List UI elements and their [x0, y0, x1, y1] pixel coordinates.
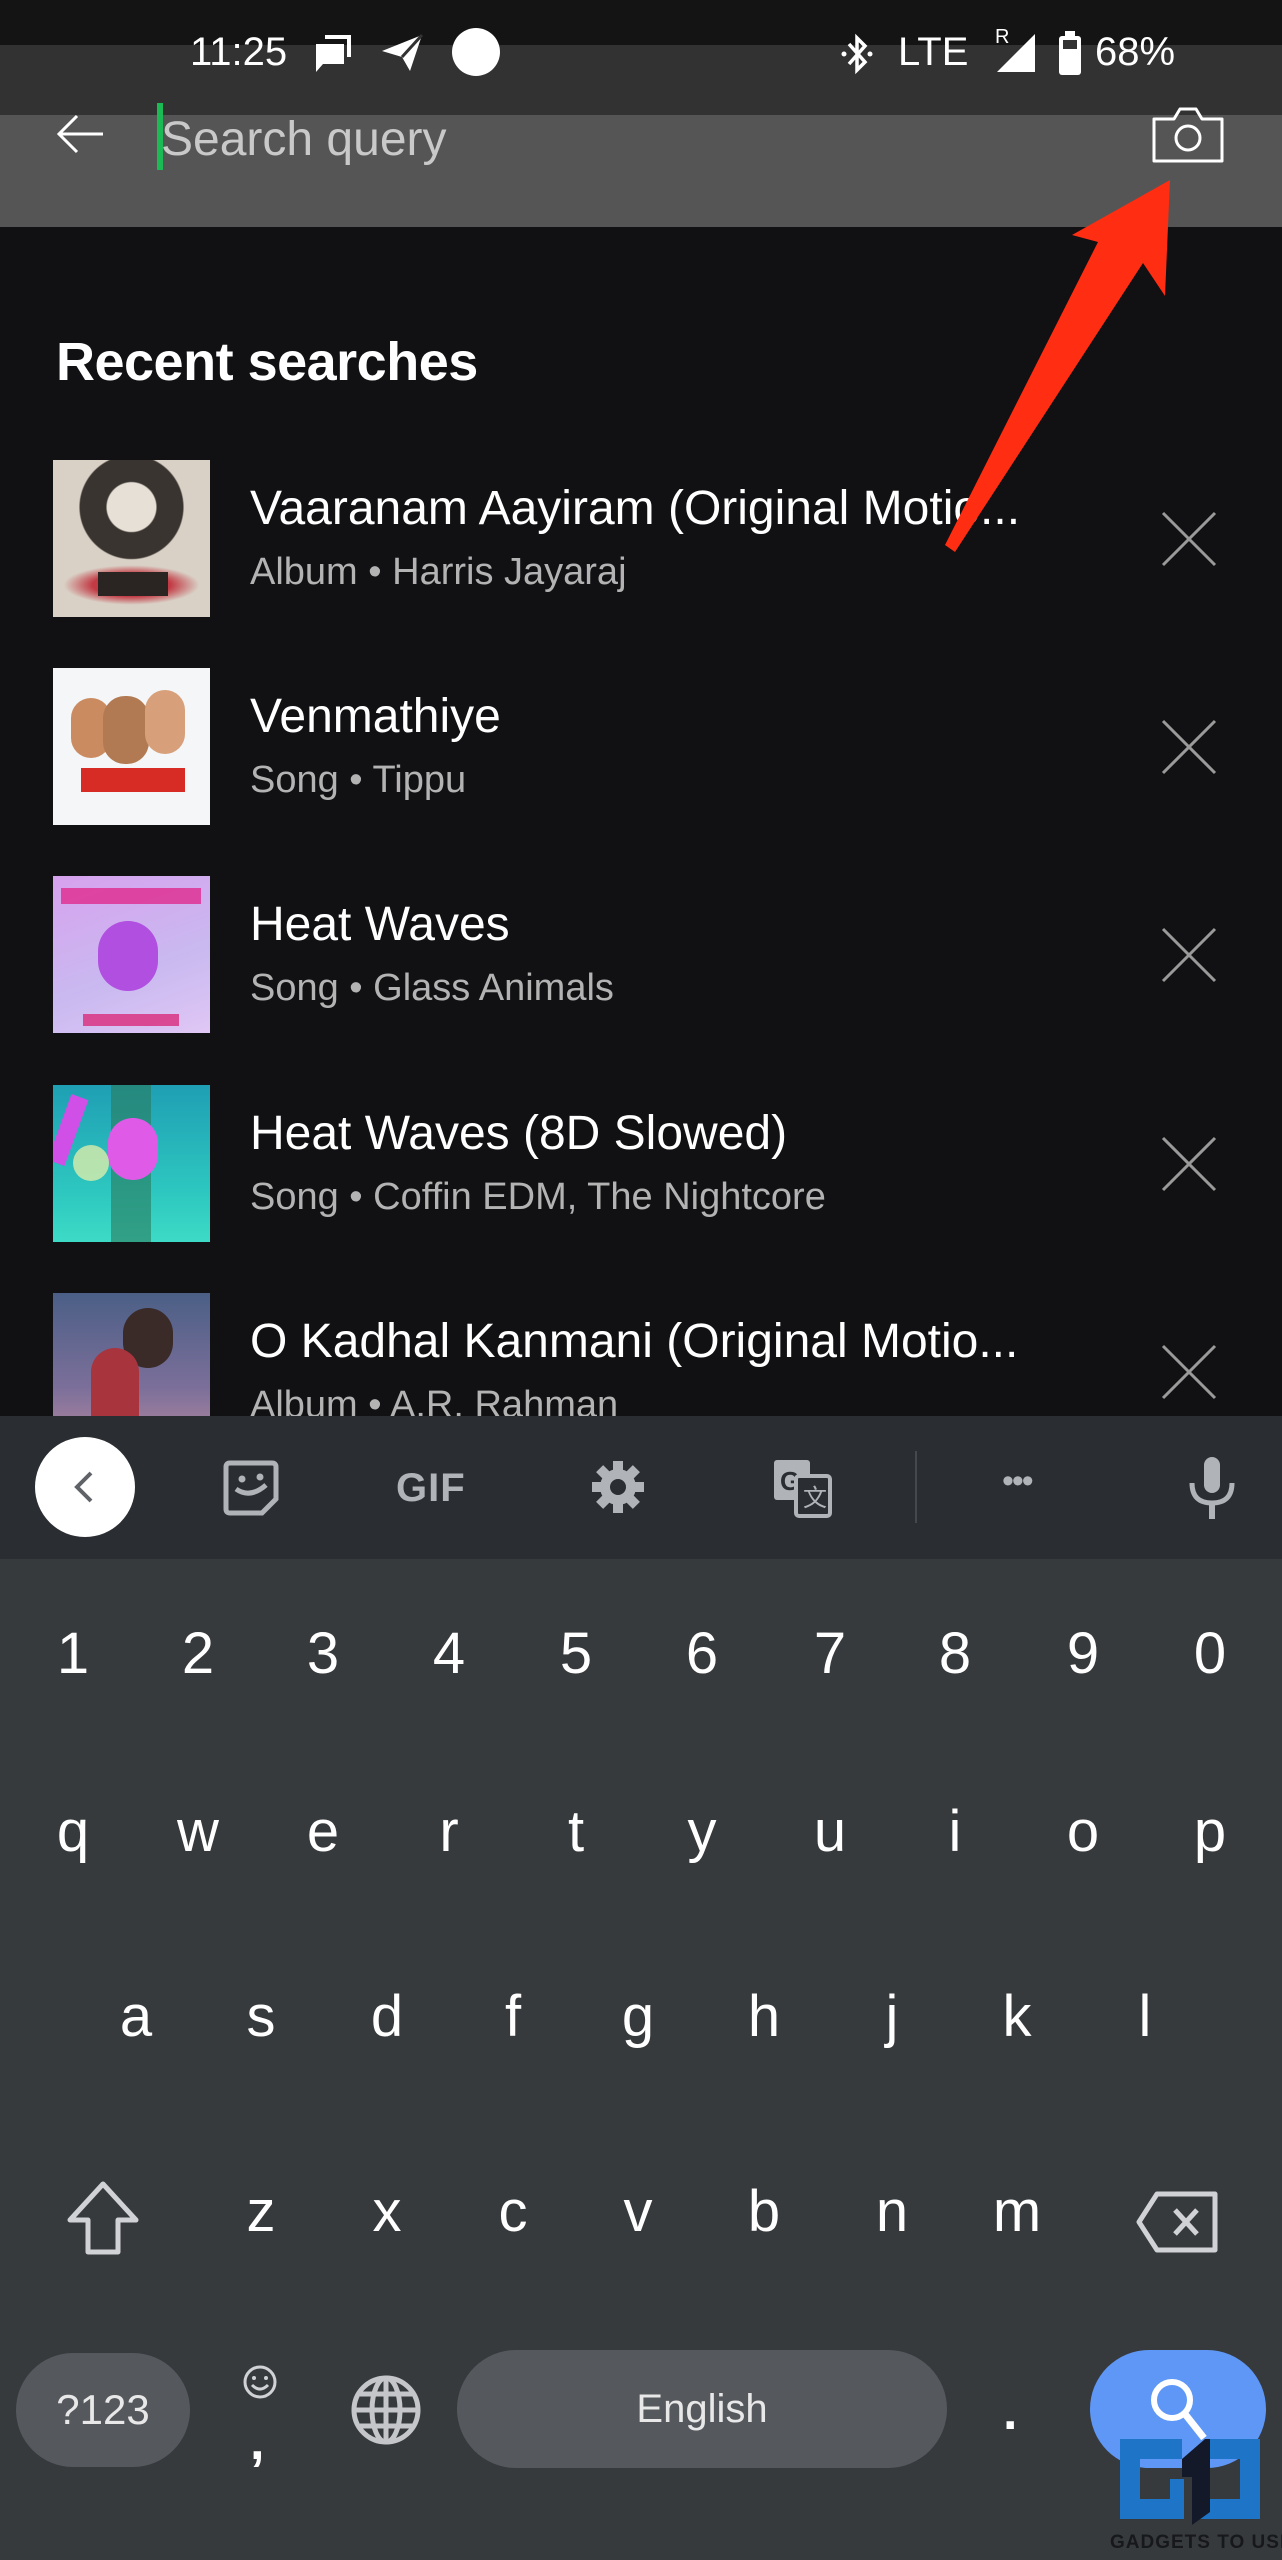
- album-art-thumbnail: [53, 1085, 210, 1242]
- key-h[interactable]: h: [724, 1985, 804, 2049]
- key-g[interactable]: g: [598, 1985, 678, 2049]
- more-options-button[interactable]: •••: [1002, 1462, 1034, 1501]
- key-u[interactable]: u: [790, 1800, 870, 1864]
- key-e[interactable]: e: [283, 1800, 363, 1864]
- language-globe-key[interactable]: [350, 2374, 422, 2446]
- key-c[interactable]: c: [473, 2180, 553, 2244]
- key-q[interactable]: q: [33, 1800, 113, 1864]
- key-5[interactable]: 5: [536, 1622, 616, 1686]
- search-input[interactable]: [161, 111, 1061, 167]
- key-o[interactable]: o: [1043, 1800, 1123, 1864]
- key-3[interactable]: 3: [283, 1622, 363, 1686]
- item-title: Vaaranam Aayiram (Original Motio...: [250, 482, 1021, 535]
- svg-text:文: 文: [803, 1485, 827, 1512]
- remove-item-close-icon[interactable]: [1158, 1341, 1220, 1403]
- item-title: O Kadhal Kanmani (Original Motio...: [250, 1315, 1019, 1368]
- messages-icon: [316, 35, 351, 72]
- backspace-key[interactable]: [1135, 2190, 1219, 2254]
- key-s[interactable]: s: [221, 1985, 301, 2049]
- key-8[interactable]: 8: [915, 1622, 995, 1686]
- comma-emoji-key[interactable]: ,: [224, 2350, 296, 2471]
- key-y[interactable]: y: [662, 1800, 742, 1864]
- symbols-key[interactable]: ?123: [16, 2353, 190, 2467]
- key-k[interactable]: k: [977, 1985, 1057, 2049]
- key-p[interactable]: p: [1170, 1800, 1250, 1864]
- list-item[interactable]: Venmathiye Song • Tippu: [0, 668, 1282, 828]
- remove-item-close-icon[interactable]: [1158, 716, 1220, 778]
- period-key[interactable]: .: [1003, 2382, 1017, 2442]
- camera-icon[interactable]: [1150, 103, 1226, 165]
- remove-item-close-icon[interactable]: [1158, 924, 1220, 986]
- settings-icon[interactable]: [590, 1459, 646, 1515]
- album-art-thumbnail: [53, 876, 210, 1033]
- item-subtitle: Song • Glass Animals: [250, 967, 614, 1009]
- key-2[interactable]: 2: [158, 1622, 238, 1686]
- chevron-left-icon: [74, 1471, 93, 1503]
- key-9[interactable]: 9: [1043, 1622, 1123, 1686]
- item-subtitle: Album • Harris Jayaraj: [250, 551, 627, 593]
- toolbar-divider: [915, 1451, 917, 1523]
- key-w[interactable]: w: [158, 1800, 238, 1864]
- recent-searches-heading: Recent searches: [56, 332, 478, 392]
- key-7[interactable]: 7: [790, 1622, 870, 1686]
- bluetooth-icon: [841, 33, 873, 75]
- key-v[interactable]: v: [598, 2180, 678, 2244]
- album-art-thumbnail: [53, 460, 210, 617]
- key-6[interactable]: 6: [662, 1622, 742, 1686]
- search-key[interactable]: [1090, 2350, 1266, 2468]
- key-f[interactable]: f: [473, 1985, 553, 2049]
- space-bar[interactable]: English: [457, 2350, 947, 2468]
- key-d[interactable]: d: [347, 1985, 427, 2049]
- key-n[interactable]: n: [852, 2180, 932, 2244]
- item-title: Venmathiye: [250, 690, 501, 743]
- battery-icon: [1059, 31, 1081, 75]
- sticker-icon[interactable]: [222, 1459, 280, 1517]
- emoji-icon: [243, 2365, 277, 2399]
- list-item[interactable]: Vaaranam Aayiram (Original Motio... Albu…: [0, 460, 1282, 620]
- notification-dot-icon: [452, 28, 500, 76]
- key-j[interactable]: j: [852, 1985, 932, 2049]
- item-title: Heat Waves: [250, 898, 510, 951]
- gif-button[interactable]: GIF: [396, 1466, 466, 1511]
- item-subtitle: Song • Tippu: [250, 759, 467, 801]
- shift-key[interactable]: [66, 2180, 140, 2256]
- key-t[interactable]: t: [536, 1800, 616, 1864]
- list-item[interactable]: O Kadhal Kanmani (Original Motio... Albu…: [0, 1293, 1282, 1416]
- album-art-thumbnail: [53, 668, 210, 825]
- status-time: 11:25: [190, 30, 288, 74]
- key-m[interactable]: m: [977, 2180, 1057, 2244]
- collapse-toolbar-button[interactable]: [35, 1437, 135, 1537]
- list-item[interactable]: Heat Waves (8D Slowed) Song • Coffin EDM…: [0, 1085, 1282, 1245]
- battery-percent: 68%: [1095, 30, 1176, 74]
- key-1[interactable]: 1: [33, 1622, 113, 1686]
- remove-item-close-icon[interactable]: [1158, 1133, 1220, 1195]
- item-subtitle: Album • A.R. Rahman: [250, 1384, 619, 1416]
- network-type: LTE: [898, 30, 969, 74]
- key-b[interactable]: b: [724, 2180, 804, 2244]
- mic-icon[interactable]: [1187, 1455, 1237, 1521]
- comma-label: ,: [250, 2413, 265, 2471]
- key-0[interactable]: 0: [1170, 1622, 1250, 1686]
- item-title: Heat Waves (8D Slowed): [250, 1107, 788, 1160]
- back-arrow-icon[interactable]: [55, 113, 105, 155]
- telegram-icon: [382, 33, 424, 71]
- remove-item-close-icon[interactable]: [1158, 508, 1220, 570]
- key-x[interactable]: x: [347, 2180, 427, 2244]
- list-item[interactable]: Heat Waves Song • Glass Animals: [0, 876, 1282, 1036]
- key-i[interactable]: i: [915, 1800, 995, 1864]
- search-icon: [1151, 2379, 1207, 2441]
- key-z[interactable]: z: [221, 2180, 301, 2244]
- item-subtitle: Song • Coffin EDM, The Nightcore: [250, 1176, 826, 1218]
- translate-icon[interactable]: G 文: [772, 1458, 834, 1518]
- signal-icon: [997, 34, 1035, 72]
- key-4[interactable]: 4: [409, 1622, 489, 1686]
- key-l[interactable]: l: [1105, 1985, 1185, 2049]
- album-art-thumbnail: [53, 1293, 210, 1416]
- key-a[interactable]: a: [96, 1985, 176, 2049]
- key-r[interactable]: r: [409, 1800, 489, 1864]
